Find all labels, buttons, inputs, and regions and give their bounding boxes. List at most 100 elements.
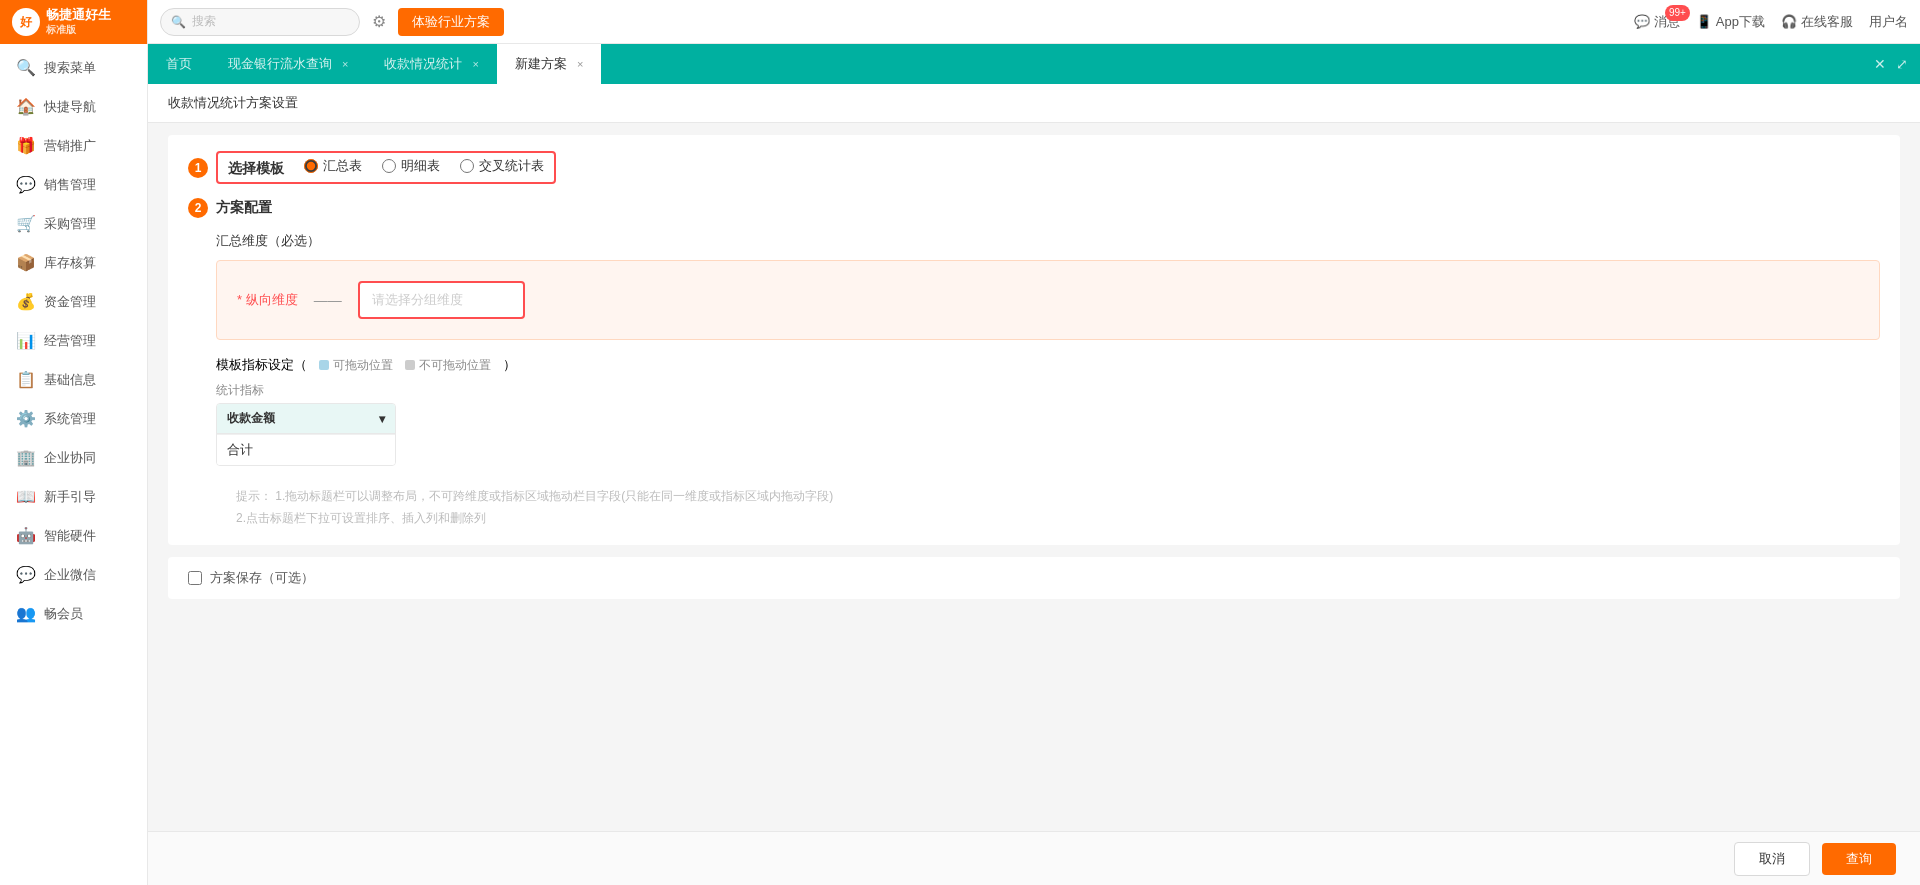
sidebar-item-finance[interactable]: 💰资金管理 xyxy=(0,282,147,321)
query-button[interactable]: 查询 xyxy=(1822,843,1896,875)
save-checkbox[interactable] xyxy=(188,571,202,585)
section1-title: 选择模板 xyxy=(228,160,284,176)
inventory-label: 库存核算 xyxy=(44,254,96,272)
user-area[interactable]: 用户名 xyxy=(1869,13,1908,31)
industry-btn[interactable]: 体验行业方案 xyxy=(398,8,504,36)
radio-detail[interactable]: 明细表 xyxy=(382,157,440,175)
radio-detail-label: 明细表 xyxy=(401,157,440,175)
radio-cross-input[interactable] xyxy=(460,159,474,173)
tab-maximize-icon[interactable]: ⤢ xyxy=(1896,56,1908,72)
summary-dim-title: 汇总维度（必选） xyxy=(216,232,1880,250)
app-download-label: App下载 xyxy=(1716,13,1765,31)
main-area: 🔍 搜索 ⚙ 体验行业方案 💬 消息 99+ 📱 App下载 🎧 在线客服 用户… xyxy=(148,0,1920,885)
tab-cash-flow-close[interactable]: × xyxy=(342,58,348,70)
save-label: 方案保存（可选） xyxy=(210,569,314,587)
basic-info-icon: 📋 xyxy=(16,370,36,389)
tab-home[interactable]: 首页 xyxy=(148,44,210,84)
member-icon: 👥 xyxy=(16,604,36,623)
metrics-row-label: 合计 xyxy=(227,442,253,457)
tab-close-all-icon[interactable]: ✕ xyxy=(1874,56,1886,72)
tab-new-plan-label: 新建方案 xyxy=(515,55,567,73)
logo-text-block: 畅捷通好生 标准版 xyxy=(46,7,111,37)
quick-nav-icon: 🏠 xyxy=(16,97,36,116)
metrics-section: 模板指标设定（ 可拖动位置 不可拖动位置 ） xyxy=(216,356,1880,466)
service-icon: 🎧 xyxy=(1781,14,1797,29)
tab-home-label: 首页 xyxy=(166,55,192,73)
tab-cash-flow[interactable]: 现金银行流水查询 × xyxy=(210,44,366,84)
radio-detail-input[interactable] xyxy=(382,159,396,173)
sidebar-item-sales[interactable]: 💬销售管理 xyxy=(0,165,147,204)
metrics-dropdown-icon[interactable]: ▾ xyxy=(379,412,385,426)
finance-icon: 💰 xyxy=(16,292,36,311)
section1-header: 1 选择模板 汇总表 明细表 xyxy=(188,151,1880,184)
marketing-label: 营销推广 xyxy=(44,137,96,155)
draggable-label: 可拖动位置 xyxy=(333,357,393,374)
content-area: 收款情况统计方案设置 1 选择模板 汇总表 xyxy=(148,84,1920,885)
sidebar-item-search-menu[interactable]: 🔍搜索菜单 xyxy=(0,48,147,87)
system-label: 系统管理 xyxy=(44,410,96,428)
radio-cross-label: 交叉统计表 xyxy=(479,157,544,175)
metrics-title-text: 模板指标设定（ xyxy=(216,356,307,374)
footer-bar: 取消 查询 xyxy=(148,831,1920,885)
sales-icon: 💬 xyxy=(16,175,36,194)
undraggable-dot xyxy=(405,360,415,370)
message-badge: 99+ xyxy=(1665,5,1690,21)
logo-sub: 标准版 xyxy=(46,23,111,37)
app-download-btn[interactable]: 📱 App下载 xyxy=(1696,13,1765,31)
member-label: 畅会员 xyxy=(44,605,83,623)
sidebar-item-quick-nav[interactable]: 🏠快捷导航 xyxy=(0,87,147,126)
tabs-bar-right: ✕ ⤢ xyxy=(1874,56,1920,72)
sidebar-item-marketing[interactable]: 🎁营销推广 xyxy=(0,126,147,165)
tips-section: 提示： 1.拖动标题栏可以调整布局，不可跨维度或指标区域拖动栏目字段(只能在同一… xyxy=(216,486,1880,529)
sidebar-item-smart-hw[interactable]: 🤖智能硬件 xyxy=(0,516,147,555)
undraggable-hint: 不可拖动位置 xyxy=(405,357,491,374)
message-btn[interactable]: 💬 消息 99+ xyxy=(1634,13,1680,31)
form-section: 1 选择模板 汇总表 明细表 xyxy=(168,135,1900,545)
sidebar-item-system[interactable]: ⚙️ 系统管理 xyxy=(0,399,147,438)
sidebar-item-wechat[interactable]: 💬 企业微信 xyxy=(0,555,147,594)
purchase-label: 采购管理 xyxy=(44,215,96,233)
metrics-row-total: 合计 xyxy=(217,434,395,465)
sidebar-item-member[interactable]: 👥 畅会员 xyxy=(0,594,147,633)
sidebar-item-purchase[interactable]: 🛒采购管理 xyxy=(0,204,147,243)
tab-collection[interactable]: 收款情况统计 × xyxy=(366,44,496,84)
message-icon: 💬 xyxy=(1634,14,1650,29)
sidebar-item-inventory[interactable]: 📦 库存核算 xyxy=(0,243,147,282)
basic-info-label: 基础信息 xyxy=(44,371,96,389)
dim-placeholder: 请选择分组维度 xyxy=(372,292,463,307)
system-icon: ⚙️ xyxy=(16,409,36,428)
metrics-left: 统计指标 收款金额 ▾ 合计 xyxy=(216,382,396,466)
sidebar: 好 畅捷通好生 标准版 🔍搜索菜单🏠快捷导航🎁营销推广💬销售管理🛒采购管理📦库存… xyxy=(0,0,148,885)
search-box[interactable]: 🔍 搜索 xyxy=(160,8,360,36)
draggable-dot xyxy=(319,360,329,370)
section2-num: 2 xyxy=(188,198,208,218)
sidebar-item-enterprise[interactable]: 🏢企业协同 xyxy=(0,438,147,477)
settings-icon[interactable]: ⚙ xyxy=(372,12,386,31)
metrics-close-paren: ） xyxy=(503,356,516,374)
wechat-label: 企业微信 xyxy=(44,566,96,584)
section2-title: 方案配置 xyxy=(216,199,272,217)
tabs-bar: 首页 现金银行流水查询 × 收款情况统计 × 新建方案 × ✕ ⤢ xyxy=(148,44,1920,84)
enterprise-label: 企业协同 xyxy=(44,449,96,467)
radio-cross[interactable]: 交叉统计表 xyxy=(460,157,544,175)
tab-new-plan-close[interactable]: × xyxy=(577,58,583,70)
wechat-icon: 💬 xyxy=(16,565,36,584)
undraggable-label: 不可拖动位置 xyxy=(419,357,491,374)
section1-num: 1 xyxy=(188,158,208,178)
sidebar-item-guide[interactable]: 📖新手引导 xyxy=(0,477,147,516)
tab-collection-close[interactable]: × xyxy=(472,58,478,70)
online-service-btn[interactable]: 🎧 在线客服 xyxy=(1781,13,1853,31)
dimension-area: * 纵向维度 —— 请选择分组维度 xyxy=(216,260,1880,340)
radio-summary-label: 汇总表 xyxy=(323,157,362,175)
metrics-header[interactable]: 收款金额 ▾ xyxy=(217,404,395,434)
sidebar-item-basic-info[interactable]: 📋 基础信息 xyxy=(0,360,147,399)
inventory-icon: 📦 xyxy=(16,253,36,272)
tip-2: 2.点击标题栏下拉可设置排序、插入列和删除列 xyxy=(236,508,1880,530)
sidebar-item-operations[interactable]: 📊经营管理 xyxy=(0,321,147,360)
cancel-button[interactable]: 取消 xyxy=(1734,842,1810,876)
dim-selector[interactable]: 请选择分组维度 xyxy=(358,281,525,319)
radio-summary[interactable]: 汇总表 xyxy=(304,157,362,175)
radio-summary-input[interactable] xyxy=(304,159,318,173)
tab-new-plan[interactable]: 新建方案 × xyxy=(497,44,601,84)
tip-1: 提示： 1.拖动标题栏可以调整布局，不可跨维度或指标区域拖动栏目字段(只能在同一… xyxy=(236,486,1880,508)
